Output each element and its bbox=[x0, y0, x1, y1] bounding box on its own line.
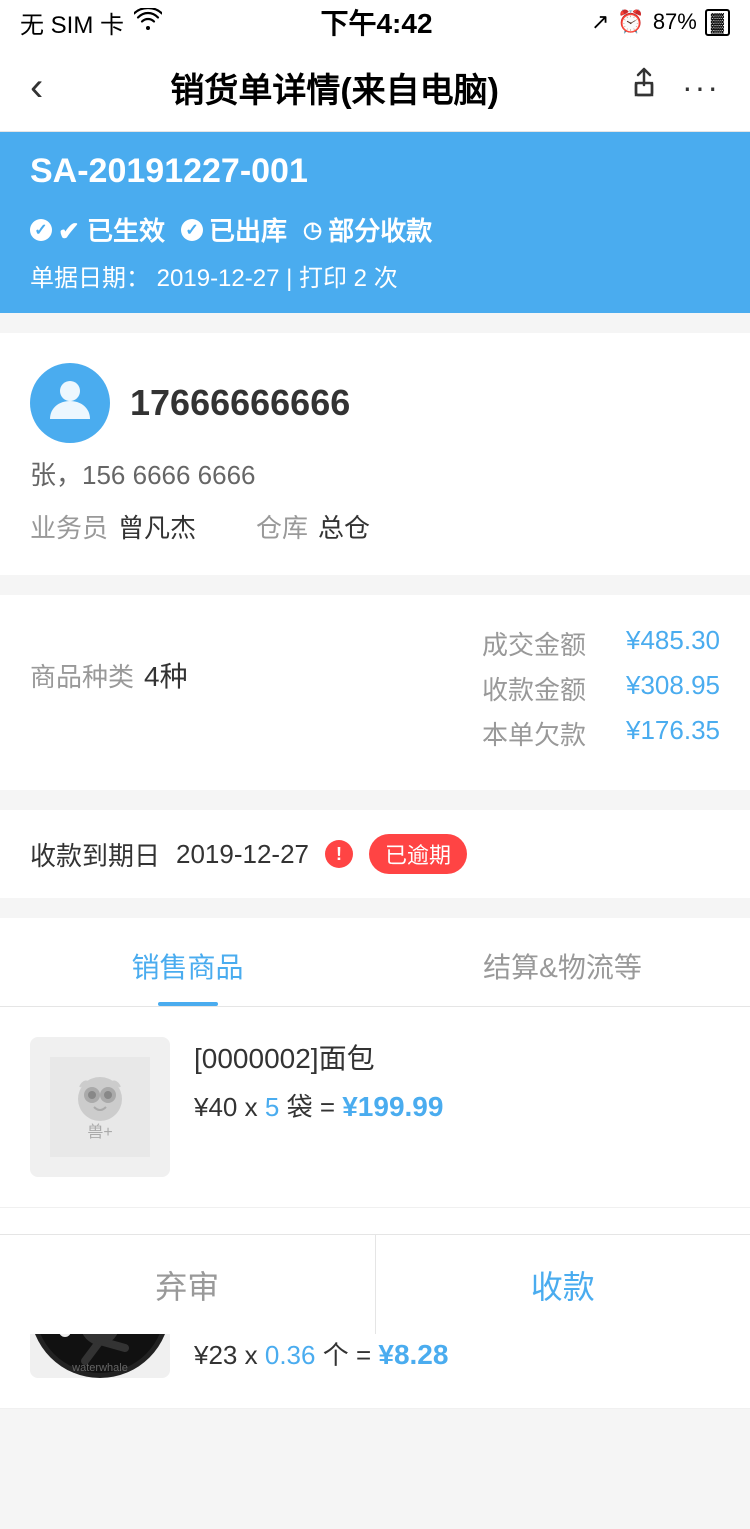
avatar bbox=[30, 363, 110, 443]
battery-text: 87% bbox=[653, 9, 697, 35]
receipt-row: 收款金额 ¥308.95 bbox=[482, 670, 720, 707]
wifi-icon bbox=[134, 8, 162, 37]
total-1: ¥199.99 bbox=[342, 1091, 443, 1122]
due-date-section: 收款到期日 2019-12-27 ! 已逾期 bbox=[0, 810, 750, 898]
total-2: ¥8.28 bbox=[378, 1339, 448, 1370]
transaction-amount: ¥485.30 bbox=[626, 625, 720, 662]
date-value: 2019-12-27 bbox=[157, 265, 280, 292]
status-left: 无 SIM 卡 bbox=[20, 5, 162, 40]
order-id-row: SA-20191227-001 ✓ ✔ 已生效 ✓ 已出库 ◷ 部分收款 bbox=[30, 152, 720, 248]
warehouse-label: 仓库 bbox=[256, 508, 308, 545]
date-label: 单据日期： bbox=[30, 265, 150, 292]
carrier-text: 无 SIM 卡 bbox=[20, 5, 124, 40]
category-value: 4种 bbox=[144, 655, 188, 695]
product-list: 兽+ [0000002]面包 ¥40 x 5 袋 = ¥199.99 bbox=[0, 1007, 750, 1409]
alarm-icon: ⏰ bbox=[617, 9, 644, 35]
tabs-section: 销售商品 结算&物流等 兽+ bbox=[0, 918, 750, 1409]
salesman-info: 业务员 曾凡杰 bbox=[30, 508, 196, 545]
badge-effective: ✓ ✔ 已生效 bbox=[30, 211, 165, 248]
clock-icon: ◷ bbox=[303, 217, 322, 243]
status-badges: ✓ ✔ 已生效 ✓ 已出库 ◷ 部分收款 bbox=[30, 211, 432, 248]
order-date: 单据日期： 2019-12-27 | 打印 2 次 bbox=[30, 258, 720, 293]
page-title: 销货单详情(来自电脑) bbox=[170, 63, 499, 112]
share-button[interactable] bbox=[626, 65, 662, 110]
product-price-1: ¥40 x 5 袋 = ¥199.99 bbox=[194, 1087, 720, 1124]
product-thumbnail-1: 兽+ bbox=[30, 1037, 170, 1177]
overdue-badge: 已逾期 bbox=[369, 834, 467, 874]
receipt-amount: ¥308.95 bbox=[626, 670, 720, 707]
product-price-2: ¥23 x 0.36 个 = ¥8.28 bbox=[194, 1335, 720, 1372]
badge-shipped: ✓ 已出库 bbox=[181, 211, 287, 248]
transaction-row: 成交金额 ¥485.30 bbox=[482, 625, 720, 662]
warehouse-value: 总仓 bbox=[318, 508, 370, 545]
nav-bar: ‹ 销货单详情(来自电脑) ··· bbox=[0, 44, 750, 132]
due-date-value: 2019-12-27 bbox=[176, 839, 309, 870]
person-icon bbox=[45, 373, 95, 434]
check-icon-2: ✓ bbox=[181, 219, 203, 241]
battery-icon: ▓ bbox=[705, 9, 730, 36]
tab-sales-products[interactable]: 销售商品 bbox=[0, 918, 375, 1006]
status-time: 下午4:42 bbox=[320, 2, 432, 42]
more-button[interactable]: ··· bbox=[682, 69, 720, 106]
quantity-2: 0.36 bbox=[265, 1340, 316, 1370]
debt-label: 本单欠款 bbox=[482, 715, 586, 752]
check-icon-1: ✓ bbox=[30, 219, 52, 241]
customer-header: 17666666666 bbox=[30, 363, 720, 443]
summary-section: 商品种类 4种 成交金额 ¥485.30 收款金额 ¥308.95 本单欠款 ¥… bbox=[0, 595, 750, 790]
svg-text:waterwhale: waterwhale bbox=[71, 1362, 128, 1373]
summary-right: 成交金额 ¥485.30 收款金额 ¥308.95 本单欠款 ¥176.35 bbox=[482, 625, 720, 760]
customer-meta: 业务员 曾凡杰 仓库 总仓 bbox=[30, 508, 720, 545]
salesman-value: 曾凡杰 bbox=[118, 508, 196, 545]
order-id-text: SA-20191227-001 bbox=[30, 152, 308, 191]
debt-amount: ¥176.35 bbox=[626, 715, 720, 752]
unit-1: 袋 bbox=[287, 1092, 313, 1122]
warehouse-info: 仓库 总仓 bbox=[256, 508, 370, 545]
summary-left: 商品种类 4种 bbox=[30, 625, 188, 760]
print-info: | 打印 2 次 bbox=[286, 265, 398, 292]
back-button[interactable]: ‹ bbox=[30, 65, 43, 110]
salesman-label: 业务员 bbox=[30, 508, 108, 545]
transaction-label: 成交金额 bbox=[482, 625, 586, 662]
header-banner: SA-20191227-001 ✓ ✔ 已生效 ✓ 已出库 ◷ 部分收款 单据日… bbox=[0, 132, 750, 313]
customer-section: 17666666666 张，156 6666 6666 业务员 曾凡杰 仓库 总… bbox=[0, 333, 750, 575]
price-base-1: ¥40 bbox=[194, 1092, 237, 1122]
product-name-1: [0000002]面包 bbox=[194, 1037, 720, 1077]
status-right: ↗ ⏰ 87% ▓ bbox=[591, 9, 730, 36]
cancel-button[interactable]: 弃审 bbox=[0, 1235, 376, 1334]
quantity-1: 5 bbox=[265, 1092, 279, 1122]
product-info-1: [0000002]面包 ¥40 x 5 袋 = ¥199.99 bbox=[194, 1037, 720, 1124]
badge-partial-payment: ◷ 部分收款 bbox=[303, 211, 432, 248]
bottom-bar: 弃审 收款 bbox=[0, 1234, 750, 1334]
category-label: 商品种类 bbox=[30, 657, 134, 694]
customer-sub-info: 张，156 6666 6666 bbox=[30, 455, 720, 492]
nav-actions: ··· bbox=[626, 65, 720, 110]
tabs-header: 销售商品 结算&物流等 bbox=[0, 918, 750, 1007]
overdue-warning-icon: ! bbox=[325, 840, 353, 868]
customer-username: 17666666666 bbox=[130, 382, 350, 424]
price-base-2: ¥23 bbox=[194, 1340, 237, 1370]
svg-text:兽+: 兽+ bbox=[87, 1123, 112, 1141]
receipt-label: 收款金额 bbox=[482, 670, 586, 707]
unit-2: 个 bbox=[323, 1340, 349, 1370]
category-row: 商品种类 4种 bbox=[30, 655, 188, 695]
confirm-button[interactable]: 收款 bbox=[376, 1235, 750, 1334]
location-icon: ↗ bbox=[591, 9, 609, 35]
due-label: 收款到期日 bbox=[30, 836, 160, 873]
list-item: 兽+ [0000002]面包 ¥40 x 5 袋 = ¥199.99 bbox=[0, 1007, 750, 1208]
tab-settlement-logistics[interactable]: 结算&物流等 bbox=[375, 918, 750, 1006]
debt-row: 本单欠款 ¥176.35 bbox=[482, 715, 720, 752]
status-bar: 无 SIM 卡 下午4:42 ↗ ⏰ 87% ▓ bbox=[0, 0, 750, 44]
